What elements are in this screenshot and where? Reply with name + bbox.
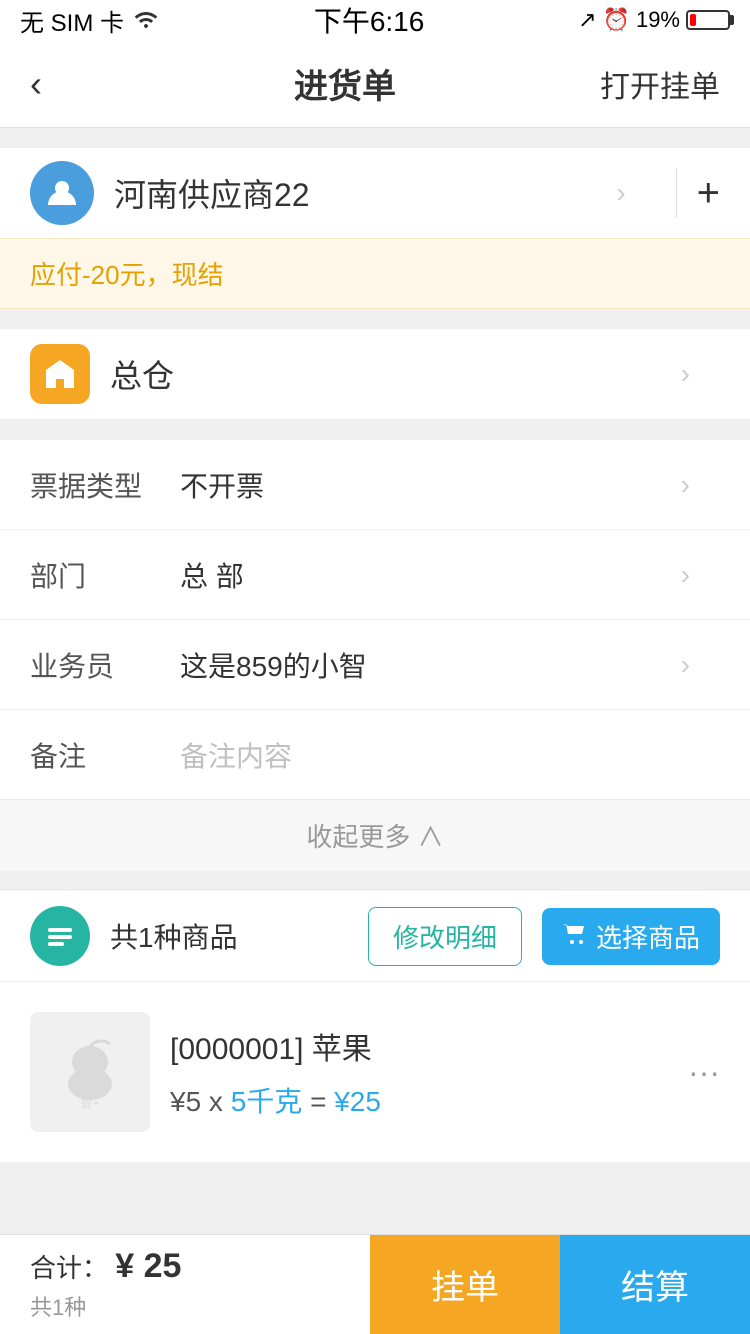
supplier-name: 河南供应商22	[114, 170, 616, 216]
open-hang-button[interactable]: 打开挂单	[600, 62, 720, 106]
department-value: 总 部	[160, 555, 681, 595]
wifi-icon	[132, 6, 160, 35]
section-gap-1	[0, 128, 750, 148]
products-count: 共1种商品	[110, 916, 348, 956]
status-left: 无 SIM 卡	[20, 3, 160, 38]
checkout-button[interactable]: 结算	[560, 1235, 750, 1334]
battery-icon	[686, 10, 730, 30]
unit-price: ¥5 x	[170, 1086, 231, 1117]
hang-button[interactable]: 挂单	[370, 1235, 560, 1334]
more-options-icon[interactable]: ···	[688, 1054, 720, 1091]
section-gap-3	[0, 419, 750, 439]
battery-percent: 19%	[636, 7, 680, 33]
svg-text:智+: 智+	[80, 1095, 99, 1110]
total-label: 合计：	[30, 1253, 108, 1283]
total-line1: 合计： ¥ 25	[30, 1247, 340, 1286]
warehouse-icon	[30, 344, 90, 404]
supplier-chevron-icon: ›	[616, 177, 625, 209]
invoice-type-row[interactable]: 票据类型 不开票 ›	[0, 439, 750, 529]
product-item: 智+ [0000001] 苹果 ¥5 x 5千克 = ¥25 ···	[0, 981, 750, 1162]
products-icon	[30, 906, 90, 966]
invoice-type-chevron-icon: ›	[681, 469, 690, 501]
department-chevron-icon: ›	[681, 559, 690, 591]
select-product-button[interactable]: 选择商品	[542, 908, 720, 965]
alarm-icon: ⏰	[603, 7, 630, 33]
status-right: ↗ ⏰ 19%	[578, 7, 730, 33]
back-button[interactable]: ‹	[30, 63, 90, 105]
quantity: 5千克	[231, 1086, 303, 1117]
product-code: [0000001]	[170, 1033, 312, 1066]
warehouse-chevron-icon: ›	[681, 358, 690, 390]
status-bar: 无 SIM 卡 下午6:16 ↗ ⏰ 19%	[0, 0, 750, 40]
collapse-label: 收起更多 ∧	[306, 817, 443, 854]
carrier-label: 无 SIM 卡	[20, 3, 124, 38]
total-amount: ¥ 25	[115, 1247, 181, 1285]
add-supplier-button[interactable]: +	[697, 173, 720, 213]
products-section: 共1种商品 修改明细 选择商品 智+ [000000	[0, 891, 750, 1162]
salesperson-chevron-icon: ›	[681, 649, 690, 681]
department-label: 部门	[30, 555, 160, 595]
salesperson-row[interactable]: 业务员 这是859的小智 ›	[0, 619, 750, 709]
department-row[interactable]: 部门 总 部 ›	[0, 529, 750, 619]
products-header: 共1种商品 修改明细 选择商品	[0, 891, 750, 981]
divider	[676, 168, 677, 218]
product-name: [0000001] 苹果	[170, 1024, 668, 1068]
invoice-type-value: 不开票	[160, 465, 681, 505]
nav-bar: ‹ 进货单 打开挂单	[0, 40, 750, 128]
warehouse-section: 总仓 ›	[0, 329, 750, 419]
location-icon: ↗	[578, 7, 596, 33]
bottom-bar: 合计： ¥ 25 共1种 挂单 结算	[0, 1234, 750, 1334]
form-section: 票据类型 不开票 › 部门 总 部 › 业务员 这是859的小智 › 备注 备注…	[0, 439, 750, 871]
remark-row[interactable]: 备注 备注内容	[0, 709, 750, 799]
supplier-row[interactable]: 河南供应商22 › +	[0, 148, 750, 238]
remark-label: 备注	[30, 735, 160, 775]
supplier-avatar	[30, 161, 94, 225]
supplier-notice: 应付-20元，现结	[0, 238, 750, 309]
product-thumbnail: 智+	[30, 1012, 150, 1132]
remark-placeholder: 备注内容	[160, 735, 720, 775]
section-gap-2	[0, 309, 750, 329]
warehouse-row[interactable]: 总仓 ›	[0, 329, 750, 419]
cart-icon	[562, 921, 588, 952]
time-label: 下午6:16	[314, 0, 425, 40]
salesperson-label: 业务员	[30, 645, 160, 685]
product-price: ¥5 x 5千克 = ¥25	[170, 1080, 668, 1120]
product-info: [0000001] 苹果 ¥5 x 5千克 = ¥25	[170, 1024, 668, 1120]
section-gap-4	[0, 871, 750, 891]
collapse-button[interactable]: 收起更多 ∧	[0, 799, 750, 871]
supplier-section: 河南供应商22 › + 应付-20元，现结	[0, 148, 750, 309]
total-line2: 共1种	[30, 1290, 340, 1322]
warehouse-name: 总仓	[110, 351, 681, 397]
invoice-type-label: 票据类型	[30, 465, 160, 505]
total-section: 合计： ¥ 25 共1种	[0, 1235, 370, 1334]
salesperson-value: 这是859的小智	[160, 645, 681, 685]
select-product-label: 选择商品	[596, 918, 700, 955]
equals: =	[310, 1086, 334, 1117]
edit-detail-button[interactable]: 修改明细	[368, 907, 522, 966]
product-title: 苹果	[312, 1033, 372, 1066]
page-title: 进货单	[294, 59, 396, 108]
subtotal: ¥25	[334, 1086, 381, 1117]
